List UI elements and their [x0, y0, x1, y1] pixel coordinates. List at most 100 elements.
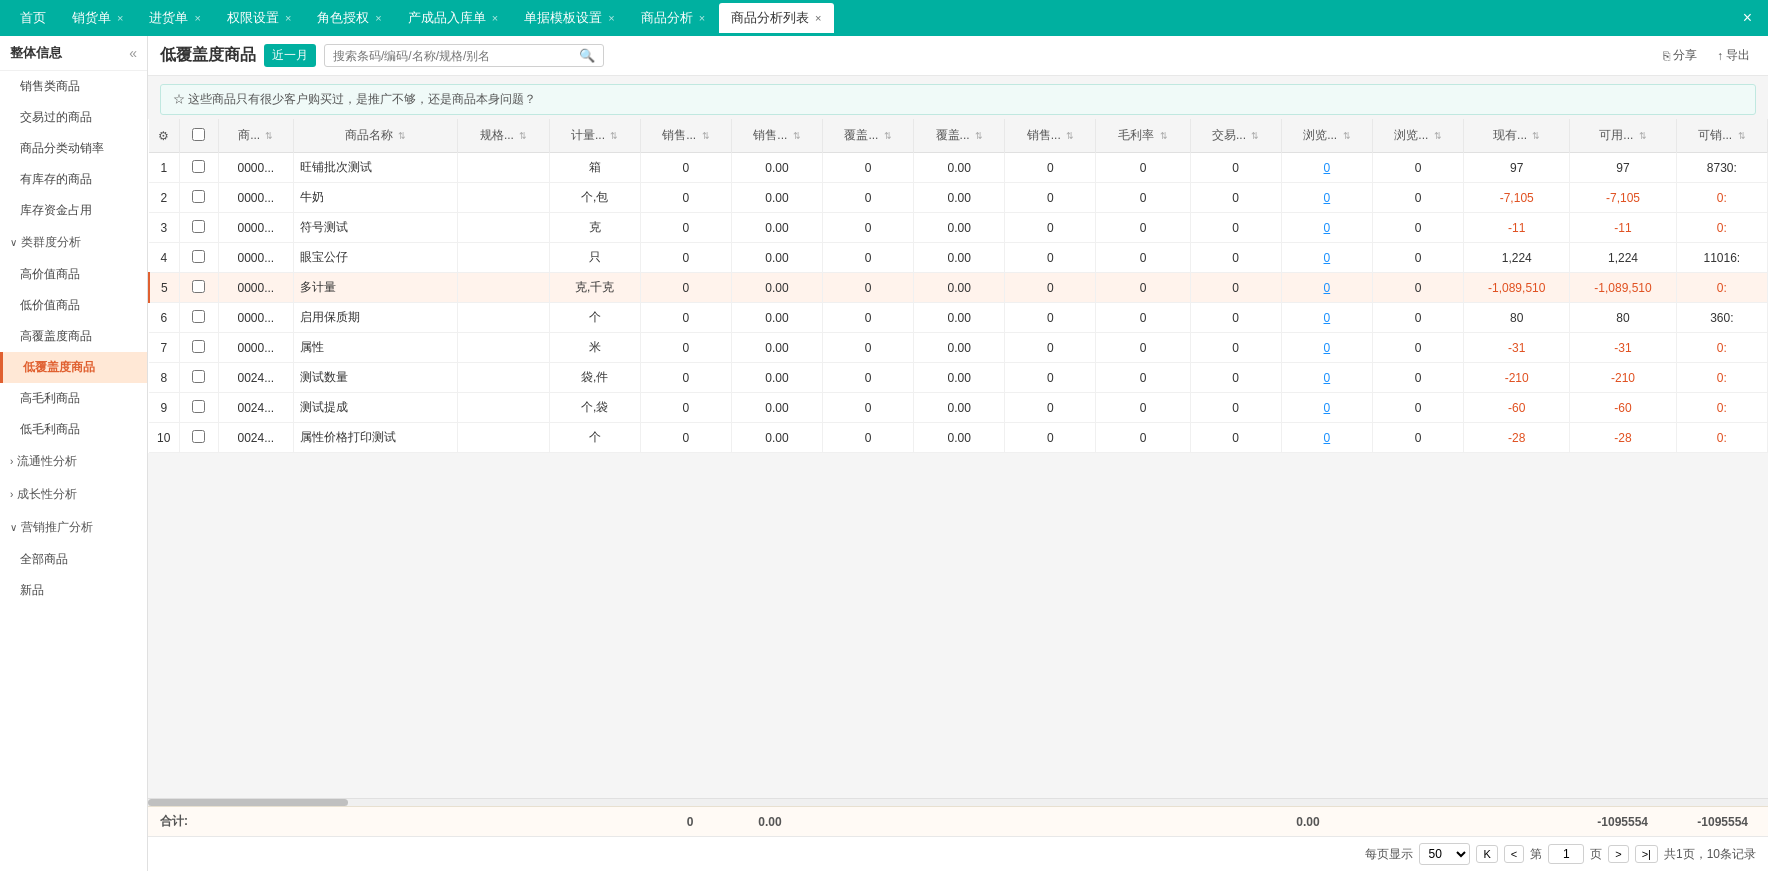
- close-icon[interactable]: ×: [699, 12, 705, 24]
- row-checkbox[interactable]: [179, 183, 218, 213]
- row-view1[interactable]: 0: [1281, 213, 1372, 243]
- select-all-checkbox[interactable]: [192, 128, 205, 141]
- row-view1[interactable]: 0: [1281, 393, 1372, 423]
- row-checkbox[interactable]: [179, 153, 218, 183]
- row-checkbox[interactable]: [179, 273, 218, 303]
- col-trade[interactable]: 交易... ⇅: [1190, 119, 1281, 153]
- row-select-checkbox[interactable]: [192, 250, 205, 263]
- share-button[interactable]: ⎘ 分享: [1657, 44, 1703, 67]
- first-page-button[interactable]: K: [1476, 845, 1497, 863]
- row-select-checkbox[interactable]: [192, 340, 205, 353]
- col-sales-qty[interactable]: 销售... ⇅: [640, 119, 731, 153]
- nav-home[interactable]: 首页: [8, 3, 58, 33]
- period-button[interactable]: 近一月: [264, 44, 316, 67]
- nav-sales-order[interactable]: 销货单 ×: [60, 3, 135, 33]
- nav-doc-template[interactable]: 单据模板设置 ×: [512, 3, 626, 33]
- sidebar-section-marketing-analysis[interactable]: ∨ 营销推广分析: [0, 511, 147, 544]
- row-checkbox[interactable]: [179, 393, 218, 423]
- horizontal-scrollbar[interactable]: [148, 798, 1768, 806]
- row-select-checkbox[interactable]: [192, 370, 205, 383]
- close-icon[interactable]: ×: [375, 12, 381, 24]
- sidebar-collapse-button[interactable]: «: [129, 45, 137, 61]
- row-checkbox[interactable]: [179, 333, 218, 363]
- sort-icon: ⇅: [1160, 131, 1168, 141]
- col-sales-amt[interactable]: 销售... ⇅: [731, 119, 822, 153]
- close-icon[interactable]: ×: [608, 12, 614, 24]
- sidebar-item-sales-products[interactable]: 销售类商品: [0, 71, 147, 102]
- col-name[interactable]: 商品名称 ⇅: [293, 119, 458, 153]
- sidebar-item-low-profit[interactable]: 低毛利商品: [0, 414, 147, 445]
- row-select-checkbox[interactable]: [192, 220, 205, 233]
- row-checkbox[interactable]: [179, 243, 218, 273]
- sidebar-item-stocked-products[interactable]: 有库存的商品: [0, 164, 147, 195]
- row-select-checkbox[interactable]: [192, 160, 205, 173]
- row-checkbox[interactable]: [179, 213, 218, 243]
- col-sellable[interactable]: 可销... ⇅: [1676, 119, 1767, 153]
- col-available-stock[interactable]: 可用... ⇅: [1570, 119, 1676, 153]
- row-select-checkbox[interactable]: [192, 430, 205, 443]
- col-current-stock[interactable]: 现有... ⇅: [1464, 119, 1570, 153]
- sidebar-section-cluster-analysis[interactable]: ∨ 类群度分析: [0, 226, 147, 259]
- close-icon[interactable]: ×: [285, 12, 291, 24]
- sidebar-section-flow-analysis[interactable]: › 流通性分析: [0, 445, 147, 478]
- col-unit[interactable]: 计量... ⇅: [549, 119, 640, 153]
- page-number-input[interactable]: [1548, 844, 1584, 864]
- close-icon[interactable]: ×: [117, 12, 123, 24]
- nav-permission-settings[interactable]: 权限设置 ×: [215, 3, 303, 33]
- col-code[interactable]: 商... ⇅: [218, 119, 293, 153]
- checkbox-column-header[interactable]: [179, 119, 218, 153]
- row-view1[interactable]: 0: [1281, 273, 1372, 303]
- sidebar-item-high-profit[interactable]: 高毛利商品: [0, 383, 147, 414]
- col-view1[interactable]: 浏览... ⇅: [1281, 119, 1372, 153]
- sidebar-item-high-value[interactable]: 高价值商品: [0, 259, 147, 290]
- last-page-button[interactable]: >|: [1635, 845, 1658, 863]
- sidebar-item-high-coverage[interactable]: 高覆盖度商品: [0, 321, 147, 352]
- row-view1[interactable]: 0: [1281, 153, 1372, 183]
- window-close-button[interactable]: ×: [1735, 5, 1760, 31]
- sidebar-item-inventory-capital[interactable]: 库存资金占用: [0, 195, 147, 226]
- row-view1[interactable]: 0: [1281, 333, 1372, 363]
- sidebar-item-all-products[interactable]: 全部商品: [0, 544, 147, 575]
- row-checkbox[interactable]: [179, 303, 218, 333]
- col-cover2[interactable]: 覆盖... ⇅: [914, 119, 1005, 153]
- col-spec[interactable]: 规格... ⇅: [458, 119, 549, 153]
- row-view1[interactable]: 0: [1281, 303, 1372, 333]
- row-select-checkbox[interactable]: [192, 400, 205, 413]
- row-select-checkbox[interactable]: [192, 190, 205, 203]
- search-input[interactable]: [333, 49, 575, 63]
- row-select-checkbox[interactable]: [192, 310, 205, 323]
- settings-column-header[interactable]: ⚙: [149, 119, 179, 153]
- close-icon[interactable]: ×: [194, 12, 200, 24]
- page-size-select[interactable]: 50 20 100: [1419, 843, 1470, 865]
- col-view2[interactable]: 浏览... ⇅: [1372, 119, 1463, 153]
- scrollbar-thumb[interactable]: [148, 799, 348, 806]
- prev-page-button[interactable]: <: [1504, 845, 1524, 863]
- export-button[interactable]: ↑ 导出: [1711, 44, 1756, 67]
- col-sales-count[interactable]: 销售... ⇅: [1005, 119, 1096, 153]
- row-checkbox[interactable]: [179, 363, 218, 393]
- sidebar-item-traded-products[interactable]: 交易过的商品: [0, 102, 147, 133]
- row-checkbox[interactable]: [179, 423, 218, 453]
- col-cover1[interactable]: 覆盖... ⇅: [823, 119, 914, 153]
- row-view1[interactable]: 0: [1281, 243, 1372, 273]
- sidebar-item-low-coverage[interactable]: 低覆盖度商品: [0, 352, 147, 383]
- sidebar-item-category-rate[interactable]: 商品分类动销率: [0, 133, 147, 164]
- nav-product-analysis[interactable]: 商品分析 ×: [629, 3, 717, 33]
- row-select-checkbox[interactable]: [192, 280, 205, 293]
- nav-purchase-order[interactable]: 进货单 ×: [137, 3, 212, 33]
- row-sales-count: 0: [1005, 333, 1096, 363]
- col-gross-rate[interactable]: 毛利率 ⇅: [1096, 119, 1190, 153]
- close-icon[interactable]: ×: [492, 12, 498, 24]
- row-view1[interactable]: 0: [1281, 423, 1372, 453]
- nav-product-analysis-list[interactable]: 商品分析列表 ×: [719, 3, 833, 33]
- sidebar-section-growth-analysis[interactable]: › 成长性分析: [0, 478, 147, 511]
- row-view1[interactable]: 0: [1281, 363, 1372, 393]
- table-wrapper[interactable]: ⚙ 商... ⇅ 商品名称 ⇅ 规格... ⇅ 计量... ⇅ 销售... ⇅ …: [148, 119, 1768, 798]
- sidebar-item-low-value[interactable]: 低价值商品: [0, 290, 147, 321]
- row-view1[interactable]: 0: [1281, 183, 1372, 213]
- close-icon[interactable]: ×: [815, 12, 821, 24]
- nav-role-auth[interactable]: 角色授权 ×: [305, 3, 393, 33]
- sidebar-item-new-products[interactable]: 新品: [0, 575, 147, 606]
- next-page-button[interactable]: >: [1608, 845, 1628, 863]
- nav-product-storage[interactable]: 产成品入库单 ×: [396, 3, 510, 33]
